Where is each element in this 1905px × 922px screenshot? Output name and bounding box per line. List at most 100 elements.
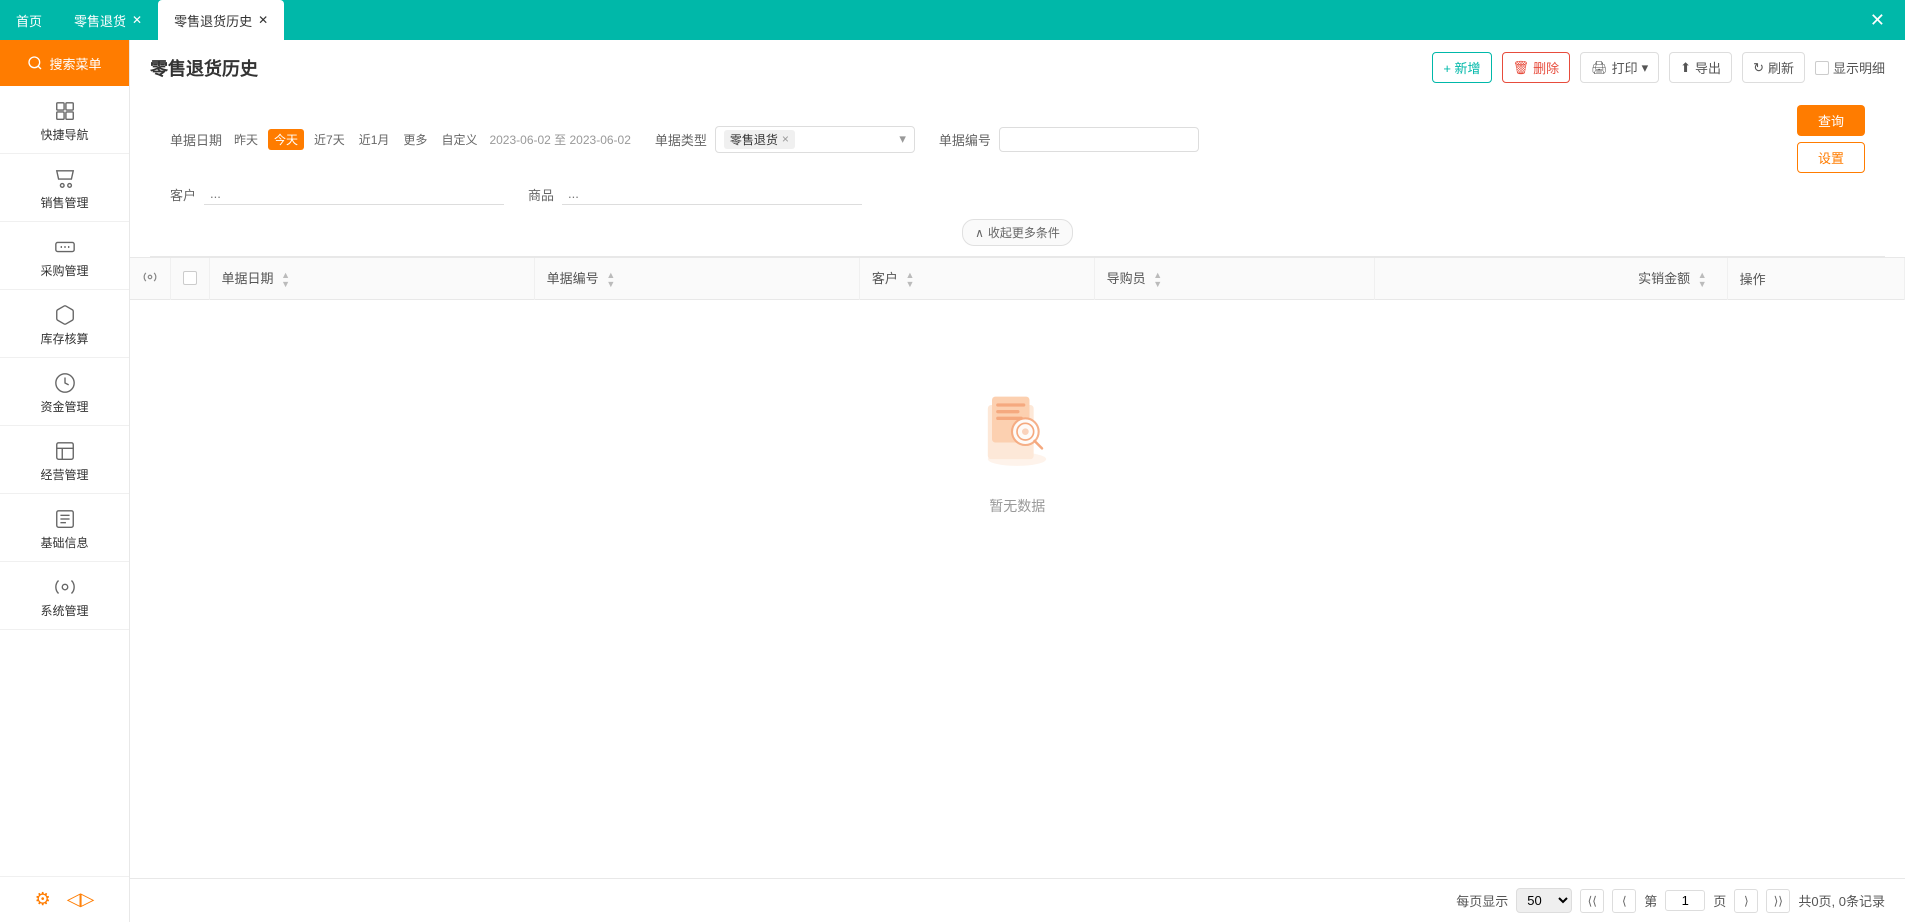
- total-info: 共0页, 0条记录: [1798, 891, 1885, 910]
- sidebar-search[interactable]: 搜索菜单: [0, 40, 129, 86]
- operation-icon: [54, 440, 76, 462]
- basic-info-icon: [54, 508, 76, 530]
- sort-guide: ▲▼: [1153, 271, 1162, 289]
- page-number-input[interactable]: [1665, 890, 1705, 911]
- settings-button[interactable]: 设置: [1797, 142, 1865, 173]
- filter-goods: 商品: [528, 183, 862, 205]
- collapse-button[interactable]: ∧ 收起更多条件: [962, 219, 1073, 246]
- filter-row-1: 单据日期 昨天 今天 近7天 近1月 更多 自定义 2023-06-02 至 2…: [170, 105, 1865, 173]
- doc-num-input[interactable]: [999, 127, 1199, 152]
- show-detail-checkbox[interactable]: [1815, 61, 1829, 75]
- tab-retail-return-close[interactable]: ✕: [132, 13, 142, 27]
- sort-customer: ▲▼: [905, 271, 914, 289]
- sidebar-item-basic-info[interactable]: 基础信息: [0, 494, 129, 562]
- page-unit: 页: [1713, 891, 1726, 910]
- sidebar: 搜索菜单 快捷导航 销售管理 采购管理 库存核算: [0, 40, 130, 922]
- filter-doc-num: 单据编号: [939, 127, 1199, 152]
- tab-retail-return[interactable]: 零售退货 ✕: [58, 0, 158, 40]
- filter-doc-date: 单据日期 昨天 今天 近7天 近1月 更多 自定义 2023-06-02 至 2…: [170, 129, 631, 150]
- empty-state: 暂无数据: [130, 300, 1905, 596]
- page-header: 零售退货历史 + 新增 🗑 删除 🖨 打印 ▾ ⬆ 导出: [130, 40, 1905, 258]
- date-option-custom[interactable]: 自定义: [437, 129, 481, 150]
- new-button[interactable]: + 新增: [1432, 52, 1491, 83]
- filter-doc-type: 单据类型 零售退货 × ▾: [655, 126, 915, 153]
- window-close-area: ✕: [1862, 10, 1905, 31]
- th-customer[interactable]: 客户 ▲▼: [859, 258, 1094, 299]
- sidebar-bottom: ⚙ ◁▷: [0, 876, 129, 922]
- table-container: 单据日期 ▲▼ 单据编号 ▲▼ 客户 ▲▼ 导购员: [130, 258, 1905, 878]
- filter-customer: 客户: [170, 183, 504, 205]
- date-range-display: 2023-06-02 至 2023-06-02: [489, 131, 630, 148]
- pagination-bar: 每页显示 20 50 100 ⟨⟨ ⟨ 第 页 ⟩ ⟩⟩ 共0页, 0条记录: [130, 878, 1905, 922]
- th-gear[interactable]: [130, 258, 170, 299]
- prev-page-button[interactable]: ⟨: [1612, 889, 1636, 913]
- sidebar-item-finance[interactable]: 资金管理: [0, 358, 129, 426]
- sort-doc-date: ▲▼: [281, 271, 290, 289]
- date-option-today[interactable]: 今天: [268, 129, 304, 150]
- main-layout: 搜索菜单 快捷导航 销售管理 采购管理 库存核算: [0, 40, 1905, 922]
- doc-type-select[interactable]: 零售退货 × ▾: [715, 126, 915, 153]
- sidebar-item-system[interactable]: 系统管理: [0, 562, 129, 630]
- empty-icon: [967, 380, 1067, 480]
- date-filter: 昨天 今天 近7天 近1月 更多 自定义: [230, 129, 481, 150]
- goods-input[interactable]: [562, 183, 862, 205]
- refresh-button[interactable]: ↻ 刷新: [1742, 52, 1805, 83]
- th-checkbox[interactable]: [170, 258, 209, 299]
- th-actual-amount[interactable]: 实销金额 ▲▼: [1374, 258, 1727, 299]
- purchase-icon: [54, 236, 76, 258]
- search-icon: [27, 55, 43, 71]
- sidebar-item-operation[interactable]: 经营管理: [0, 426, 129, 494]
- sort-doc-num: ▲▼: [606, 271, 615, 289]
- page-size-select[interactable]: 20 50 100: [1516, 888, 1572, 913]
- header-checkbox[interactable]: [183, 271, 197, 285]
- inventory-icon: [54, 304, 76, 326]
- doc-type-dropdown-icon: ▾: [899, 131, 906, 147]
- delete-button[interactable]: 🗑 删除: [1502, 52, 1571, 83]
- tab-home[interactable]: 首页: [0, 0, 58, 40]
- volume-bottom-icon[interactable]: ◁▷: [67, 889, 95, 910]
- th-doc-num[interactable]: 单据编号 ▲▼: [534, 258, 859, 299]
- sort-actual-amount: ▲▼: [1698, 271, 1707, 289]
- doc-type-tag-close[interactable]: ×: [782, 132, 789, 146]
- show-detail-toggle[interactable]: 显示明细: [1815, 58, 1885, 77]
- window-close-button[interactable]: ✕: [1862, 10, 1893, 31]
- top-tab-bar: 首页 零售退货 ✕ 零售退货历史 ✕ ✕: [0, 0, 1905, 40]
- last-page-button[interactable]: ⟩⟩: [1766, 889, 1790, 913]
- date-option-yesterday[interactable]: 昨天: [230, 129, 262, 150]
- print-icon: 🖨: [1591, 60, 1608, 76]
- export-icon: ⬆: [1680, 60, 1691, 76]
- system-icon: [54, 576, 76, 598]
- sidebar-item-quick-nav[interactable]: 快捷导航: [0, 86, 129, 154]
- finance-icon: [54, 372, 76, 394]
- next-page-button[interactable]: ⟩: [1734, 889, 1758, 913]
- th-doc-date[interactable]: 单据日期 ▲▼: [209, 258, 534, 299]
- export-button[interactable]: ⬆ 导出: [1669, 52, 1732, 83]
- filter-actions: 查询 设置: [1797, 105, 1865, 173]
- quick-nav-icon: [54, 100, 76, 122]
- date-option-7days[interactable]: 近7天: [310, 129, 349, 150]
- customer-input[interactable]: [204, 183, 504, 205]
- query-button[interactable]: 查询: [1797, 105, 1865, 136]
- page-size-label: 每页显示: [1456, 891, 1508, 910]
- table-header: 单据日期 ▲▼ 单据编号 ▲▼ 客户 ▲▼ 导购员: [130, 258, 1905, 299]
- filter-area: 单据日期 昨天 今天 近7天 近1月 更多 自定义 2023-06-02 至 2…: [150, 95, 1885, 257]
- tab-retail-return-history-close[interactable]: ✕: [258, 13, 268, 27]
- filter-row-2: 客户 商品: [170, 183, 1865, 205]
- print-button[interactable]: 🖨 打印 ▾: [1580, 52, 1659, 83]
- sidebar-item-sales-mgmt[interactable]: 销售管理: [0, 154, 129, 222]
- page-title: 零售退货历史: [150, 55, 258, 81]
- first-page-button[interactable]: ⟨⟨: [1580, 889, 1604, 913]
- th-guide[interactable]: 导购员 ▲▼: [1094, 258, 1374, 299]
- sidebar-item-purchase-mgmt[interactable]: 采购管理: [0, 222, 129, 290]
- date-option-more[interactable]: 更多: [399, 129, 431, 150]
- delete-icon: 🗑: [1513, 60, 1530, 76]
- toolbar: + 新增 🗑 删除 🖨 打印 ▾ ⬆ 导出 ↻: [1432, 52, 1885, 83]
- gear-bottom-icon[interactable]: ⚙: [35, 889, 51, 910]
- sidebar-item-inventory[interactable]: 库存核算: [0, 290, 129, 358]
- table-gear-icon: [143, 270, 157, 284]
- page-label: 第: [1644, 891, 1657, 910]
- date-option-1month[interactable]: 近1月: [355, 129, 394, 150]
- tab-retail-return-history[interactable]: 零售退货历史 ✕: [158, 0, 284, 40]
- empty-text: 暂无数据: [989, 496, 1045, 516]
- data-table: 单据日期 ▲▼ 单据编号 ▲▼ 客户 ▲▼ 导购员: [130, 258, 1905, 596]
